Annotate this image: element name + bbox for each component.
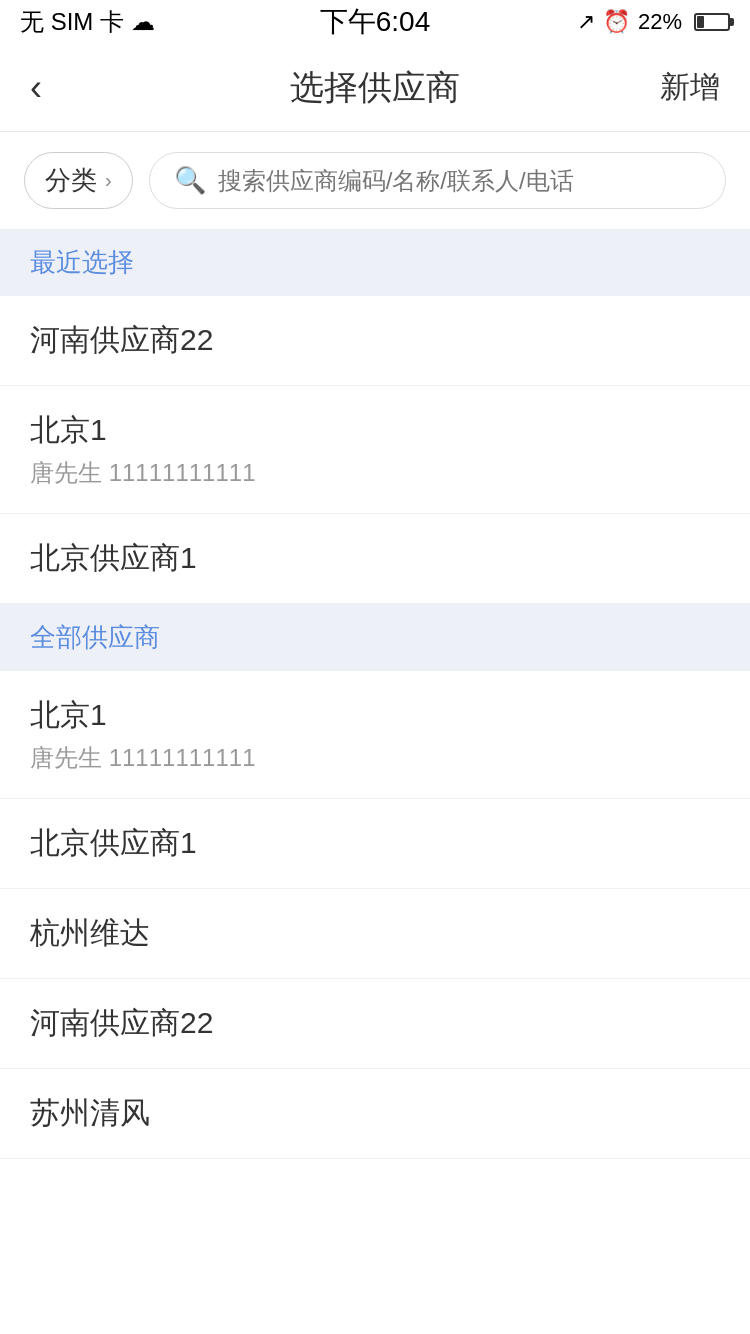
item-name: 杭州维达 bbox=[30, 913, 720, 954]
list-item[interactable]: 河南供应商22 bbox=[0, 979, 750, 1069]
list-item[interactable]: 北京1 唐先生 11111111111 bbox=[0, 386, 750, 514]
category-label: 分类 bbox=[45, 163, 97, 198]
all-section-header: 全部供应商 bbox=[0, 604, 750, 671]
search-bar[interactable]: 🔍 bbox=[149, 152, 726, 209]
location-icon: ↗ bbox=[577, 9, 595, 35]
list-item[interactable]: 北京供应商1 bbox=[0, 799, 750, 889]
sim-status: 无 SIM 卡 ☁ bbox=[20, 6, 155, 38]
item-name: 北京1 bbox=[30, 695, 720, 736]
status-left: 无 SIM 卡 ☁ bbox=[20, 6, 155, 38]
nav-bar: ‹ 选择供应商 新增 bbox=[0, 44, 750, 132]
battery-text: 22% bbox=[638, 9, 682, 35]
recent-list: 河南供应商22 北京1 唐先生 11111111111 北京供应商1 bbox=[0, 296, 750, 604]
search-icon: 🔍 bbox=[174, 165, 206, 196]
item-name: 河南供应商22 bbox=[30, 1003, 720, 1044]
alarm-icon: ⏰ bbox=[603, 9, 630, 35]
back-button[interactable]: ‹ bbox=[30, 67, 90, 109]
list-item[interactable]: 北京供应商1 bbox=[0, 514, 750, 604]
item-sub: 唐先生 11111111111 bbox=[30, 457, 720, 489]
item-sub: 唐先生 11111111111 bbox=[30, 742, 720, 774]
battery-icon bbox=[694, 13, 730, 31]
status-bar: 无 SIM 卡 ☁ 下午6:04 ↗ ⏰ 22% bbox=[0, 0, 750, 44]
list-item[interactable]: 河南供应商22 bbox=[0, 296, 750, 386]
recent-section-label: 最近选择 bbox=[30, 247, 134, 277]
status-time: 下午6:04 bbox=[320, 3, 431, 41]
list-item[interactable]: 杭州维达 bbox=[0, 889, 750, 979]
item-name: 北京供应商1 bbox=[30, 823, 720, 864]
item-name: 北京1 bbox=[30, 410, 720, 451]
status-right: ↗ ⏰ 22% bbox=[577, 9, 730, 35]
page-title: 选择供应商 bbox=[290, 65, 460, 111]
list-item[interactable]: 北京1 唐先生 11111111111 bbox=[0, 671, 750, 799]
item-name: 北京供应商1 bbox=[30, 538, 720, 579]
new-button[interactable]: 新增 bbox=[660, 67, 720, 108]
item-name: 河南供应商22 bbox=[30, 320, 720, 361]
chevron-right-icon: › bbox=[105, 169, 112, 192]
filter-bar: 分类 › 🔍 bbox=[0, 132, 750, 229]
category-button[interactable]: 分类 › bbox=[24, 152, 133, 209]
recent-section-header: 最近选择 bbox=[0, 229, 750, 296]
item-name: 苏州清风 bbox=[30, 1093, 720, 1134]
list-item[interactable]: 苏州清风 bbox=[0, 1069, 750, 1159]
all-list: 北京1 唐先生 11111111111 北京供应商1 杭州维达河南供应商22 苏州清风 bbox=[0, 671, 750, 1159]
all-section-label: 全部供应商 bbox=[30, 622, 160, 652]
search-input[interactable] bbox=[218, 167, 701, 195]
